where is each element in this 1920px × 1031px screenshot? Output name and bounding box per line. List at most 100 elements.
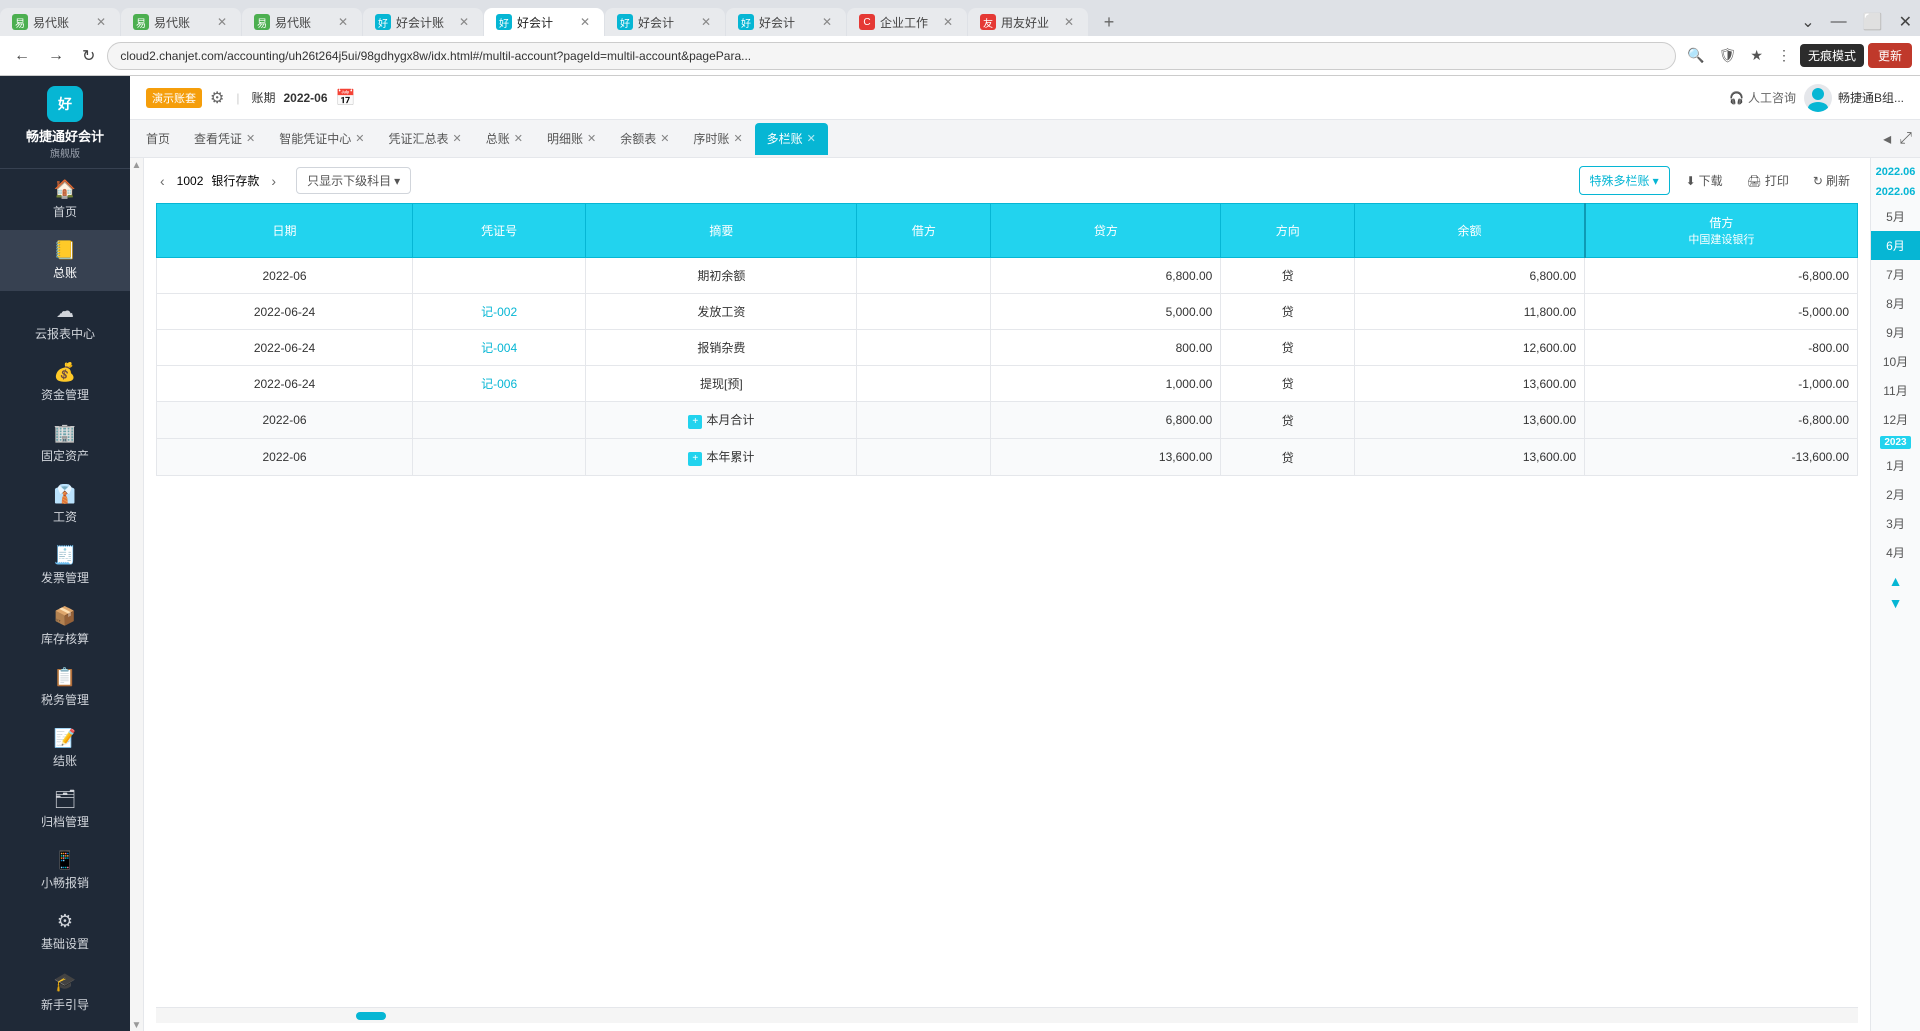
cal-month-9[interactable]: 9月 [1871, 318, 1920, 347]
cell-voucher-link[interactable]: 记-002 [413, 294, 586, 330]
cal-month-1[interactable]: 1月 [1871, 451, 1920, 480]
browser-tab-4[interactable]: 好 好会计账 ✕ [363, 8, 483, 36]
tab-expand-button[interactable]: ⤢ [1895, 126, 1916, 152]
sidebar-item-tax[interactable]: 📋 税务管理 [0, 657, 130, 718]
cell-voucher-link[interactable]: 记-004 [413, 330, 586, 366]
cal-month-2[interactable]: 2月 [1871, 480, 1920, 509]
browser-tab-6[interactable]: 好 好会计 ✕ [605, 8, 725, 36]
tab-detail-ledger[interactable]: 明细账 ✕ [535, 123, 608, 155]
tab-chronological-close[interactable]: ✕ [733, 132, 742, 145]
tab-multi-column-close[interactable]: ✕ [807, 132, 816, 145]
calendar-icon[interactable]: 📅 [336, 88, 356, 108]
special-multi-button[interactable]: 特殊多栏账 ▾ [1579, 166, 1670, 195]
tab-balance[interactable]: 余额表 ✕ [608, 123, 681, 155]
cal-month-4[interactable]: 4月 [1871, 538, 1920, 567]
download-button[interactable]: ⬇ 下载 [1678, 168, 1731, 193]
browser-tab-3[interactable]: 易 易代账 ✕ [242, 8, 362, 36]
url-input[interactable] [107, 42, 1676, 70]
tab-close-6[interactable]: ✕ [699, 13, 713, 31]
sidebar-item-guide[interactable]: 🎓 新手引导 [0, 962, 130, 1023]
sidebar-item-salary[interactable]: 👔 工资 [0, 474, 130, 535]
sidebar-item-settings[interactable]: ⚙ 基础设置 [0, 901, 130, 962]
tab-voucher-view-close[interactable]: ✕ [246, 132, 255, 145]
scroll-down-button[interactable]: ▼ [132, 1020, 142, 1031]
minimize-button[interactable]: — [1823, 9, 1855, 35]
tab-general-ledger-close[interactable]: ✕ [514, 132, 523, 145]
tab-close-9[interactable]: ✕ [1062, 13, 1076, 31]
tab-smart-voucher[interactable]: 智能凭证中心 ✕ [267, 123, 376, 155]
tab-close-2[interactable]: ✕ [215, 13, 229, 31]
new-tab-button[interactable]: + [1095, 8, 1123, 36]
cal-month-11[interactable]: 11月 [1871, 376, 1920, 405]
forward-button[interactable]: → [42, 43, 70, 69]
back-button[interactable]: ← [8, 43, 36, 69]
tab-voucher-summary-close[interactable]: ✕ [453, 132, 462, 145]
tab-general-ledger[interactable]: 总账 ✕ [474, 123, 535, 155]
sidebar-item-archive[interactable]: 🗂 归档管理 [0, 779, 130, 840]
star-button[interactable]: ★ [1745, 44, 1768, 67]
scroll-up-button[interactable]: ▲ [132, 160, 142, 171]
browser-tab-5[interactable]: 好 好会计 ✕ [484, 8, 604, 36]
filter-button[interactable]: 只显示下级科目 ▾ [296, 167, 411, 194]
tab-home[interactable]: 首页 [134, 123, 182, 155]
tab-collapse-button[interactable]: ◂ [1879, 125, 1895, 153]
tab-close-7[interactable]: ✕ [820, 13, 834, 31]
sidebar-item-home[interactable]: 🏠 首页 [0, 169, 130, 230]
close-window-button[interactable]: ✕ [1891, 8, 1920, 36]
cal-month-10[interactable]: 10月 [1871, 347, 1920, 376]
print-button[interactable]: 🖨 打印 [1739, 168, 1797, 193]
sidebar-item-assets[interactable]: 🏢 固定资产 [0, 413, 130, 474]
browser-tab-7[interactable]: 好 好会计 ✕ [726, 8, 846, 36]
tab-chronological[interactable]: 序时账 ✕ [681, 123, 754, 155]
sidebar-item-cloud[interactable]: ☁ 云报表中心 [0, 291, 130, 352]
tab-smart-voucher-close[interactable]: ✕ [355, 132, 364, 145]
tab-close-8[interactable]: ✕ [941, 13, 955, 31]
sidebar-item-member[interactable]: 👤 畅会员 [0, 1023, 130, 1031]
tab-list-button[interactable]: ⌄ [1793, 8, 1822, 36]
gear-icon[interactable]: ⚙ [210, 88, 224, 108]
cal-scroll-down-button[interactable]: ▼ [1887, 593, 1905, 613]
sidebar-item-inventory[interactable]: 📦 库存核算 [0, 596, 130, 657]
browser-tab-2[interactable]: 易 易代账 ✕ [121, 8, 241, 36]
cal-month-12[interactable]: 12月 [1871, 405, 1920, 434]
refresh-button[interactable]: ↻ 刷新 [1805, 168, 1858, 193]
cal-month-7[interactable]: 7月 [1871, 260, 1920, 289]
tab-close-4[interactable]: ✕ [457, 13, 471, 31]
reload-button[interactable]: ↻ [76, 42, 101, 70]
sidebar-item-closing[interactable]: 📝 结账 [0, 718, 130, 779]
update-button[interactable]: 更新 [1868, 43, 1912, 68]
cell-voucher-link[interactable]: 记-006 [413, 366, 586, 402]
shield-icon[interactable]: 🛡 [1714, 44, 1742, 67]
tab-close-5[interactable]: ✕ [578, 13, 592, 31]
sidebar-item-funds[interactable]: 💰 资金管理 [0, 352, 130, 413]
tab-close-3[interactable]: ✕ [336, 13, 350, 31]
browser-settings-button[interactable]: ⋮ [1772, 44, 1796, 67]
cal-month-3[interactable]: 3月 [1871, 509, 1920, 538]
browser-tab-1[interactable]: 易 易代账 ✕ [0, 8, 120, 36]
cal-scroll-up-button[interactable]: ▲ [1887, 571, 1905, 591]
sidebar-item-ledger[interactable]: 📒 总账 [0, 230, 130, 291]
cal-month-8[interactable]: 8月 [1871, 289, 1920, 318]
restore-button[interactable]: ⬜ [1855, 8, 1891, 36]
tab-close-1[interactable]: ✕ [94, 13, 108, 31]
tab-balance-close[interactable]: ✕ [660, 132, 669, 145]
prev-account-button[interactable]: ‹ [156, 171, 169, 191]
sidebar-item-expense[interactable]: 📱 小畅报销 [0, 840, 130, 901]
page-tabs: 首页 查看凭证 ✕ 智能凭证中心 ✕ 凭证汇总表 ✕ 总账 ✕ 明细账 ✕ [130, 120, 1920, 158]
assets-icon: 🏢 [54, 423, 76, 444]
next-account-button[interactable]: › [267, 171, 280, 191]
left-scrollbar[interactable]: ▲ ▼ [130, 158, 144, 1031]
browser-tab-8[interactable]: C 企业工作 ✕ [847, 8, 967, 36]
tab-voucher-view[interactable]: 查看凭证 ✕ [182, 123, 267, 155]
tab-voucher-summary[interactable]: 凭证汇总表 ✕ [376, 123, 473, 155]
browser-tab-9[interactable]: 友 用友好业 ✕ [968, 8, 1088, 36]
guide-icon: 🎓 [54, 972, 76, 993]
tab-multi-column[interactable]: 多栏账 ✕ [755, 123, 828, 155]
cal-month-6[interactable]: 6月 [1871, 231, 1920, 260]
consult-button[interactable]: 🎧 人工咨询 [1729, 89, 1796, 106]
bottom-scrollbar[interactable] [156, 1007, 1858, 1023]
sidebar-item-invoice[interactable]: 🧾 发票管理 [0, 535, 130, 596]
search-button[interactable]: 🔍 [1682, 44, 1709, 67]
cal-month-5[interactable]: 5月 [1871, 202, 1920, 231]
tab-detail-ledger-close[interactable]: ✕ [587, 132, 596, 145]
